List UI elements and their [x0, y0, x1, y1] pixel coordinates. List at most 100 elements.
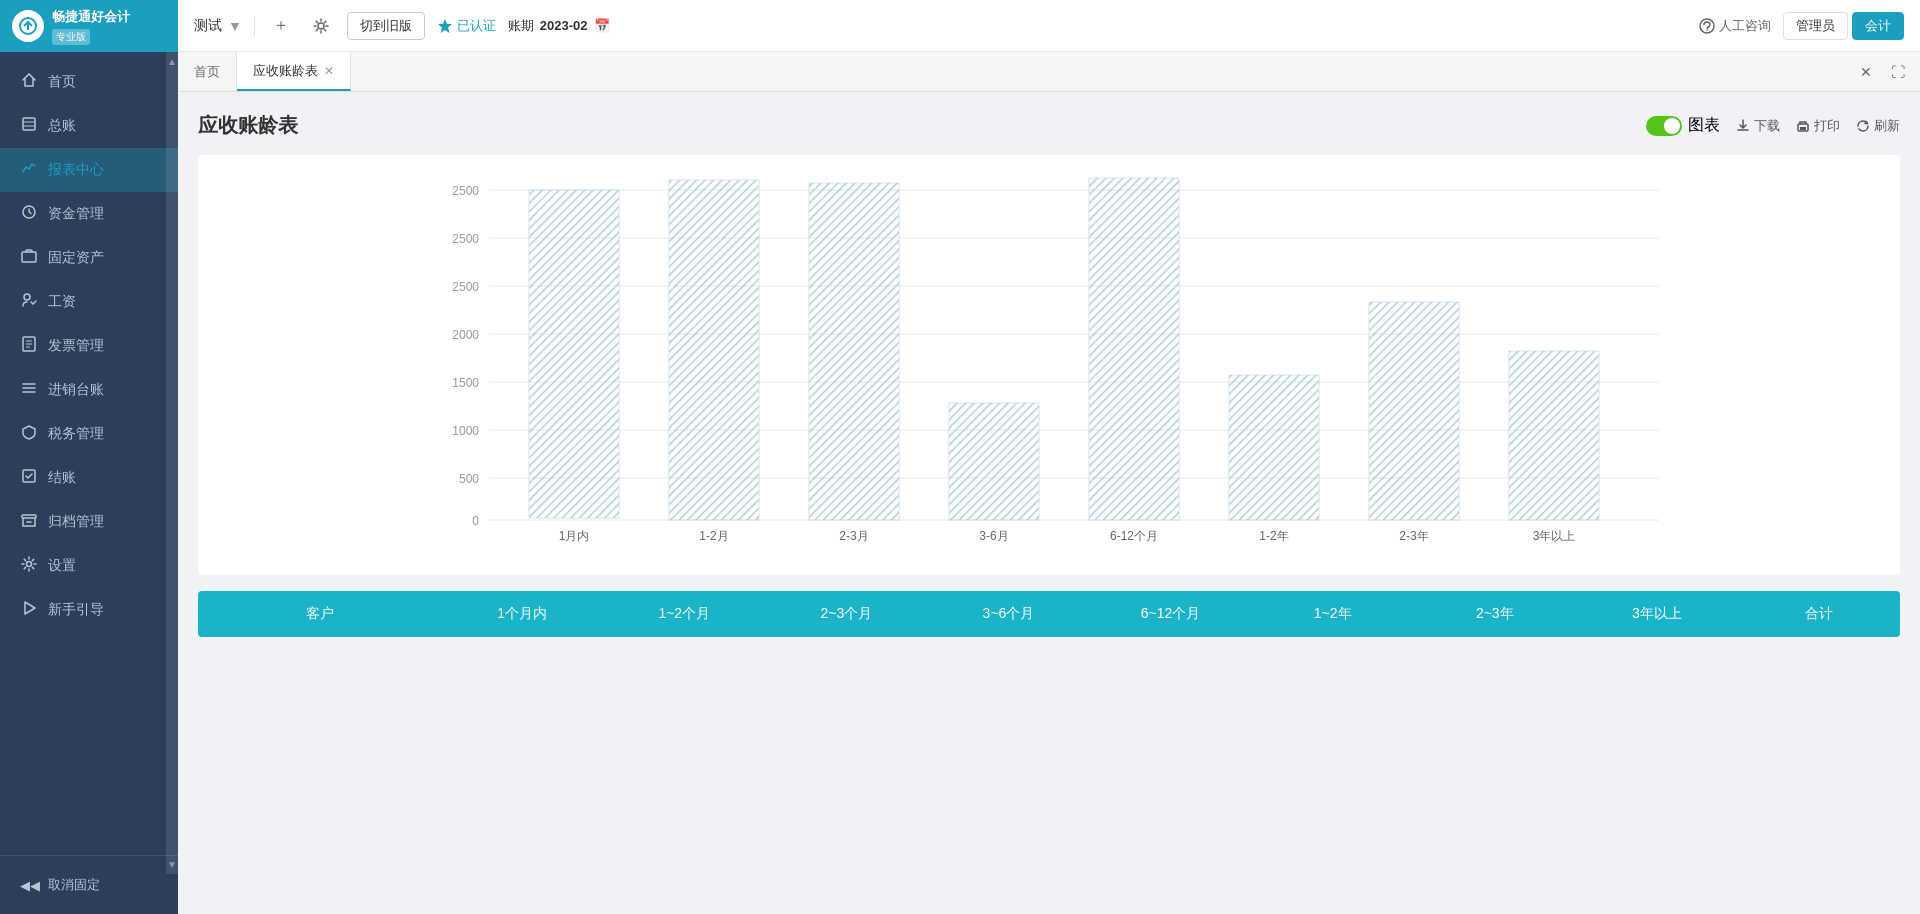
chart-svg-wrap: 2500 2500 2500 2000 1500 1000 500 0	[218, 175, 1880, 555]
tabs-bar: 首页应收账龄表 ✕ ✕ ⛶	[178, 52, 1920, 92]
sidebar-item-ledger[interactable]: 总账	[0, 104, 178, 148]
svg-text:500: 500	[459, 472, 479, 486]
reports-label: 报表中心	[48, 161, 104, 179]
user-manager-button[interactable]: 管理员	[1783, 12, 1848, 40]
svg-text:2-3年: 2-3年	[1399, 529, 1428, 543]
logo-text-wrap: 畅捷通好会计 专业版	[52, 8, 130, 45]
svg-text:1000: 1000	[452, 424, 479, 438]
period-value: 2023-02	[540, 18, 588, 33]
unpin-button[interactable]: ◀◀ 取消固定	[0, 866, 178, 904]
th-6~12个月: 6~12个月	[1090, 591, 1252, 637]
tab-aging[interactable]: 应收账龄表 ✕	[237, 52, 351, 91]
settings-icon	[20, 556, 38, 576]
sidebar-item-archive[interactable]: 归档管理	[0, 500, 178, 544]
company-name: 测试	[194, 17, 222, 35]
service-button[interactable]: 人工咨询	[1699, 17, 1771, 35]
archive-icon	[20, 512, 38, 532]
period-info: 账期 2023-02 📅	[508, 17, 610, 35]
chart-toggle-wrap: 图表	[1646, 115, 1720, 136]
svg-text:1-2年: 1-2年	[1259, 529, 1288, 543]
download-button[interactable]: 下载	[1736, 117, 1780, 135]
print-button[interactable]: 打印	[1796, 117, 1840, 135]
topbar-divider-1	[254, 16, 255, 36]
sidebar-item-guide[interactable]: 新手引导	[0, 588, 178, 632]
capital-label: 资金管理	[48, 205, 104, 223]
chart-container: 2500 2500 2500 2000 1500 1000 500 0	[198, 155, 1900, 575]
th-1~2年: 1~2年	[1252, 591, 1414, 637]
home-icon	[20, 72, 38, 92]
svg-rect-44	[949, 403, 1039, 520]
expand-tab-button[interactable]: ⛶	[1884, 58, 1912, 86]
scroll-up-arrow[interactable]: ▲	[167, 56, 177, 67]
chart-toggle[interactable]	[1646, 116, 1682, 136]
svg-point-13	[27, 562, 32, 567]
add-company-button[interactable]: ＋	[267, 12, 295, 40]
report-actions: 图表 下载 打印	[1646, 115, 1900, 136]
svg-rect-52	[1509, 351, 1599, 520]
svg-point-17	[1700, 19, 1714, 33]
refresh-label: 刷新	[1874, 117, 1900, 135]
user-role-button[interactable]: 会计	[1852, 12, 1904, 40]
service-label: 人工咨询	[1719, 17, 1771, 35]
home-label: 首页	[48, 73, 76, 91]
sidebar-item-invoice[interactable]: 发票管理	[0, 324, 178, 368]
company-dropdown-icon: ▼	[228, 18, 242, 34]
settings-button[interactable]	[307, 12, 335, 40]
old-version-button[interactable]: 切到旧版	[347, 12, 425, 40]
closing-label: 结账	[48, 469, 76, 487]
company-selector[interactable]: 测试 ▼	[194, 17, 242, 35]
guide-icon	[20, 600, 38, 620]
th-2~3年: 2~3年	[1414, 591, 1576, 637]
svg-rect-1	[23, 118, 35, 130]
svg-rect-5	[22, 252, 36, 262]
report-title: 应收账龄表	[198, 112, 298, 139]
topbar-right: 人工咨询 管理员 会计	[1699, 12, 1904, 40]
th-1个月内: 1个月内	[441, 591, 603, 637]
table-header: 客户1个月内1~2个月2~3个月3~6个月6~12个月1~2年2~3年3年以上合…	[198, 591, 1900, 637]
sidebar-item-assets[interactable]: 固定资产	[0, 236, 178, 280]
tab-close-aging[interactable]: ✕	[324, 64, 334, 78]
settings-label: 设置	[48, 557, 76, 575]
svg-point-6	[24, 294, 30, 300]
reports-icon	[20, 160, 38, 180]
print-label: 打印	[1814, 117, 1840, 135]
tab-home[interactable]: 首页	[178, 52, 237, 91]
tax-icon	[20, 424, 38, 444]
close-tab-button[interactable]: ✕	[1852, 58, 1880, 86]
salary-icon	[20, 292, 38, 312]
svg-text:3年以上: 3年以上	[1533, 529, 1576, 543]
tab-label-aging: 应收账龄表	[253, 62, 318, 80]
refresh-button[interactable]: 刷新	[1856, 117, 1900, 135]
svg-text:2500: 2500	[452, 232, 479, 246]
sidebar-item-tax[interactable]: 税务管理	[0, 412, 178, 456]
trade-label: 进销台账	[48, 381, 104, 399]
svg-text:3-6月: 3-6月	[979, 529, 1008, 543]
svg-text:1500: 1500	[452, 376, 479, 390]
closing-icon	[20, 468, 38, 488]
sidebar-nav: 首页总账报表中心资金管理固定资产工资发票管理进销台账税务管理结账归档管理设置新手…	[0, 52, 178, 855]
calendar-icon[interactable]: 📅	[594, 18, 610, 33]
logo-icon	[12, 10, 44, 42]
th-1~2个月: 1~2个月	[603, 591, 765, 637]
assets-label: 固定资产	[48, 249, 104, 267]
sidebar-item-closing[interactable]: 结账	[0, 456, 178, 500]
sidebar-item-reports[interactable]: 报表中心	[0, 148, 178, 192]
sidebar-item-home[interactable]: 首页	[0, 60, 178, 104]
th-客户: 客户	[198, 591, 441, 637]
svg-text:6-12个月: 6-12个月	[1110, 529, 1158, 543]
sidebar-item-trade[interactable]: 进销台账	[0, 368, 178, 412]
svg-text:2500: 2500	[452, 280, 479, 294]
sidebar-item-capital[interactable]: 资金管理	[0, 192, 178, 236]
tax-label: 税务管理	[48, 425, 104, 443]
unpin-icon: ◀◀	[20, 878, 40, 893]
ledger-label: 总账	[48, 117, 76, 135]
scroll-down-arrow[interactable]: ▼	[167, 859, 177, 870]
sidebar-item-settings[interactable]: 设置	[0, 544, 178, 588]
sidebar-item-salary[interactable]: 工资	[0, 280, 178, 324]
salary-label: 工资	[48, 293, 76, 311]
report-header: 应收账龄表 图表 下载	[198, 112, 1900, 139]
app-name: 畅捷通好会计	[52, 8, 130, 26]
svg-rect-50	[1369, 302, 1459, 520]
archive-label: 归档管理	[48, 513, 104, 531]
svg-text:2500: 2500	[452, 184, 479, 198]
